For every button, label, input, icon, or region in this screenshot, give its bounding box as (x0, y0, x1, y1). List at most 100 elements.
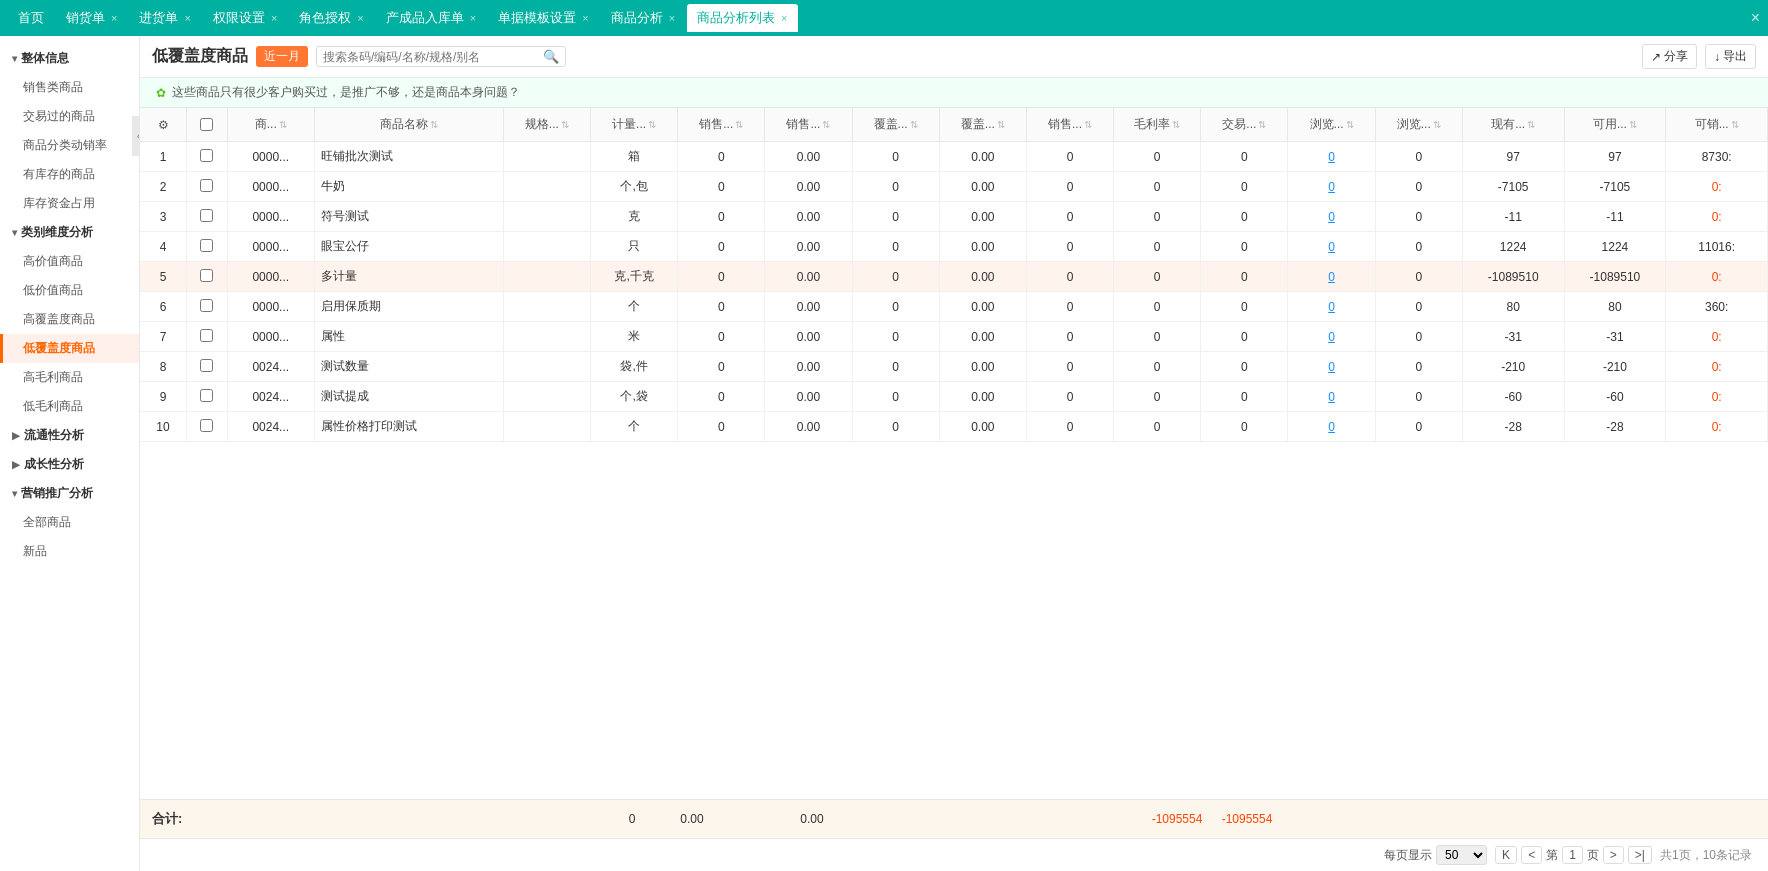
col-trade[interactable]: 交易...⇅ (1201, 108, 1288, 142)
row-checkbox[interactable] (200, 269, 213, 282)
col-browse1[interactable]: 浏览...⇅ (1288, 108, 1375, 142)
tab-analysis-list[interactable]: 商品分析列表 × (687, 4, 797, 32)
row-checkbox[interactable] (200, 389, 213, 402)
sidebar-section-flow[interactable]: ▶ 流通性分析 (0, 421, 139, 450)
col-code[interactable]: 商...⇅ (227, 108, 314, 142)
sidebar-item-low-coverage[interactable]: 低覆盖度商品 (0, 334, 139, 363)
cell-browse1[interactable]: 0 (1288, 322, 1375, 352)
tab-permissions[interactable]: 权限设置 × (203, 4, 287, 32)
close-all-tabs-button[interactable]: × (1751, 9, 1760, 27)
tab-analysis[interactable]: 商品分析 × (601, 4, 685, 32)
row-checkbox[interactable] (200, 209, 213, 222)
last-page-button[interactable]: >| (1628, 846, 1652, 864)
col-settings[interactable]: ⚙ (140, 108, 187, 142)
close-roles-icon[interactable]: × (357, 12, 363, 24)
cell-browse1[interactable]: 0 (1288, 202, 1375, 232)
tab-home[interactable]: 首页 (8, 4, 54, 32)
sidebar-item-high-profit[interactable]: 高毛利商品 (0, 363, 139, 392)
cell-checkbox[interactable] (187, 292, 228, 322)
sidebar-item-capital-occupy[interactable]: 库存资金占用 (0, 189, 139, 218)
row-checkbox[interactable] (200, 239, 213, 252)
close-sales-icon[interactable]: × (111, 12, 117, 24)
cell-checkbox[interactable] (187, 382, 228, 412)
col-available[interactable]: 可用...⇅ (1564, 108, 1666, 142)
per-page-select[interactable]: 50 20 100 (1436, 845, 1487, 865)
tab-sales[interactable]: 销货单 × (56, 4, 127, 32)
cell-browse1[interactable]: 0 (1288, 262, 1375, 292)
cell-checkbox[interactable] (187, 172, 228, 202)
cell-browse1[interactable]: 0 (1288, 352, 1375, 382)
col-cover1[interactable]: 覆盖...⇅ (852, 108, 939, 142)
close-purchase-icon[interactable]: × (184, 12, 190, 24)
cell-checkbox[interactable] (187, 352, 228, 382)
row-checkbox[interactable] (200, 299, 213, 312)
sidebar-item-sales-goods[interactable]: 销售类商品 (0, 73, 139, 102)
export-button[interactable]: ↓ 导出 (1705, 44, 1756, 69)
cell-checkbox[interactable] (187, 202, 228, 232)
sidebar-item-all-goods[interactable]: 全部商品 (0, 508, 139, 537)
sidebar-item-high-coverage[interactable]: 高覆盖度商品 (0, 305, 139, 334)
col-sales2[interactable]: 销售...⇅ (1026, 108, 1113, 142)
cell-browse1[interactable]: 0 (1288, 142, 1375, 172)
time-filter-button[interactable]: 近一月 (256, 46, 308, 67)
sidebar-item-low-profit[interactable]: 低毛利商品 (0, 392, 139, 421)
col-spec[interactable]: 规格...⇅ (503, 108, 590, 142)
cell-browse1[interactable]: 0 (1288, 382, 1375, 412)
cell-checkbox[interactable] (187, 262, 228, 292)
cell-checkbox[interactable] (187, 412, 228, 442)
col-name[interactable]: 商品名称⇅ (314, 108, 503, 142)
row-checkbox[interactable] (200, 419, 213, 432)
cell-current: -11 (1462, 202, 1564, 232)
cell-browse1[interactable]: 0 (1288, 232, 1375, 262)
search-icon[interactable]: 🔍 (543, 49, 559, 64)
sidebar-item-stocked-goods[interactable]: 有库存的商品 (0, 160, 139, 189)
col-unit[interactable]: 计量...⇅ (590, 108, 677, 142)
sidebar-item-low-value[interactable]: 低价值商品 (0, 276, 139, 305)
row-checkbox[interactable] (200, 329, 213, 342)
sidebar-section-category[interactable]: ▾ 类别维度分析 (0, 218, 139, 247)
cell-code: 0000... (227, 322, 314, 352)
first-page-button[interactable]: K (1495, 846, 1517, 864)
sidebar-item-traded-goods[interactable]: 交易过的商品 (0, 102, 139, 131)
tab-roles[interactable]: 角色授权 × (289, 4, 373, 32)
sidebar-section-growth[interactable]: ▶ 成长性分析 (0, 450, 139, 479)
sidebar-item-high-value[interactable]: 高价值商品 (0, 247, 139, 276)
cell-checkbox[interactable] (187, 322, 228, 352)
cell-checkbox[interactable] (187, 232, 228, 262)
col-gross-rate[interactable]: 毛利率⇅ (1114, 108, 1201, 142)
prev-page-button[interactable]: < (1521, 846, 1542, 864)
cell-browse1[interactable]: 0 (1288, 292, 1375, 322)
col-sales-qty[interactable]: 销售...⇅ (678, 108, 765, 142)
col-sellable[interactable]: 可销...⇅ (1666, 108, 1768, 142)
row-checkbox[interactable] (200, 359, 213, 372)
select-all-checkbox[interactable] (200, 118, 213, 131)
search-input[interactable] (323, 50, 539, 64)
tab-purchase[interactable]: 进货单 × (129, 4, 200, 32)
row-checkbox[interactable] (200, 149, 213, 162)
close-analysis-list-icon[interactable]: × (781, 12, 787, 24)
col-current[interactable]: 现有...⇅ (1462, 108, 1564, 142)
col-checkbox[interactable] (187, 108, 228, 142)
close-permissions-icon[interactable]: × (271, 12, 277, 24)
col-browse2[interactable]: 浏览...⇅ (1375, 108, 1462, 142)
data-table-container[interactable]: ⚙ 商...⇅ 商品名称⇅ 规格...⇅ (140, 108, 1768, 799)
cell-browse1[interactable]: 0 (1288, 412, 1375, 442)
row-checkbox[interactable] (200, 179, 213, 192)
close-templates-icon[interactable]: × (582, 12, 588, 24)
share-button[interactable]: ↗ 分享 (1642, 44, 1697, 69)
col-cover2[interactable]: 覆盖...⇅ (939, 108, 1026, 142)
close-analysis-icon[interactable]: × (669, 12, 675, 24)
close-products-icon[interactable]: × (470, 12, 476, 24)
cell-browse1[interactable]: 0 (1288, 172, 1375, 202)
tab-templates[interactable]: 单据模板设置 × (488, 4, 598, 32)
sidebar-item-sales-rate[interactable]: 商品分类动销率 (0, 131, 139, 160)
col-sales-amt[interactable]: 销售...⇅ (765, 108, 852, 142)
tab-products[interactable]: 产成品入库单 × (376, 4, 486, 32)
next-page-button[interactable]: > (1603, 846, 1624, 864)
sidebar-collapse-button[interactable]: « (132, 116, 140, 156)
sidebar-item-new-goods[interactable]: 新品 (0, 537, 139, 566)
cell-checkbox[interactable] (187, 142, 228, 172)
sidebar-section-marketing[interactable]: ▾ 营销推广分析 (0, 479, 139, 508)
sidebar-section-overall[interactable]: ▾ 整体信息 (0, 44, 139, 73)
settings-icon[interactable]: ⚙ (158, 118, 169, 132)
